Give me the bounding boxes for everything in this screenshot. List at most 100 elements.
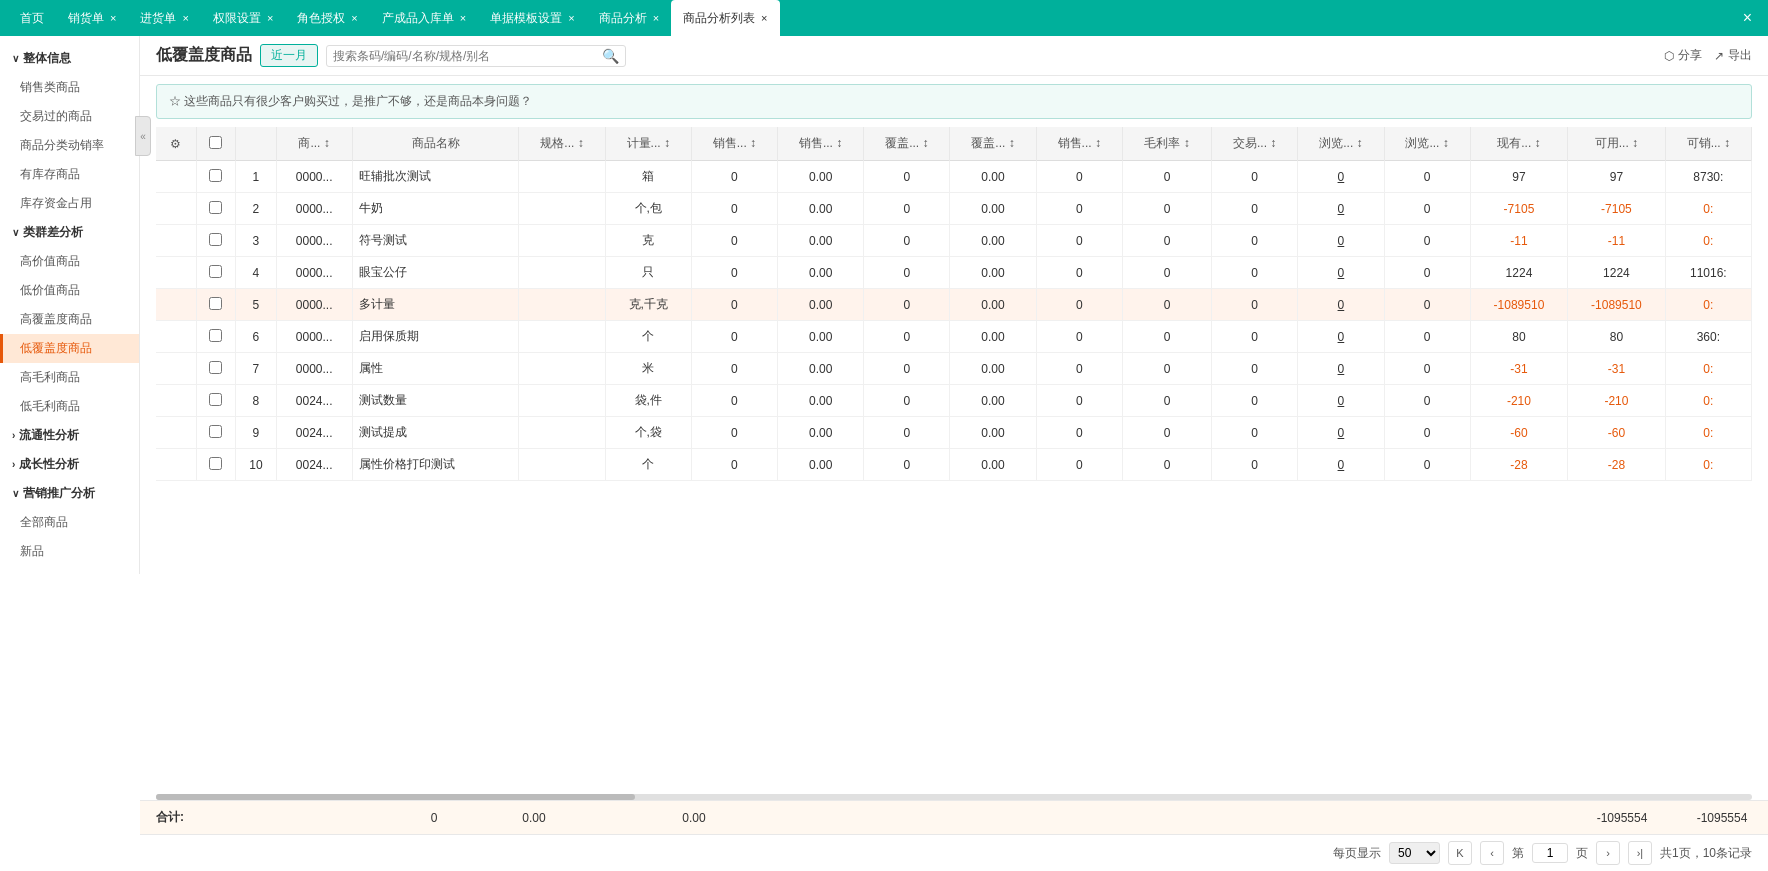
th-browse2[interactable]: 浏览... ↕ <box>1384 127 1470 161</box>
row-checkbox[interactable] <box>209 425 222 438</box>
sidebar-section-group-analysis[interactable]: ∨ 类群差分析 <box>0 218 139 247</box>
sidebar-item-all-goods[interactable]: 全部商品 <box>0 508 139 537</box>
th-current[interactable]: 现有... ↕ <box>1470 127 1567 161</box>
export-btn[interactable]: ↗ 导出 <box>1714 47 1752 64</box>
td-sales-qty: 0 <box>691 417 777 449</box>
first-page-btn[interactable]: K <box>1448 841 1472 865</box>
sidebar-item-high-coverage[interactable]: 高覆盖度商品 <box>0 305 139 334</box>
sidebar-section-overall[interactable]: ∨ 整体信息 <box>0 44 139 73</box>
th-name[interactable]: 商品名称 <box>352 127 519 161</box>
td-browse1[interactable]: 0 <box>1298 225 1384 257</box>
sidebar-item-high-margin[interactable]: 高毛利商品 <box>0 363 139 392</box>
td-checkbox[interactable] <box>196 193 236 225</box>
td-checkbox[interactable] <box>196 417 236 449</box>
sidebar-item-category-rate[interactable]: 商品分类动销率 <box>0 131 139 160</box>
sidebar-item-traded-goods[interactable]: 交易过的商品 <box>0 102 139 131</box>
th-sales-qty[interactable]: 销售... ↕ <box>691 127 777 161</box>
nav-template-settings-close[interactable]: × <box>568 12 574 24</box>
sidebar-item-new-goods[interactable]: 新品 <box>0 537 139 566</box>
nav-permission[interactable]: 权限设置 × <box>201 0 285 36</box>
sidebar-section-growth[interactable]: › 成长性分析 <box>0 450 139 479</box>
th-trade[interactable]: 交易... ↕ <box>1212 127 1298 161</box>
info-banner: ☆ 这些商品只有很少客户购买过，是推广不够，还是商品本身问题？ <box>156 84 1752 119</box>
row-checkbox[interactable] <box>209 457 222 470</box>
filter-recent-month-btn[interactable]: 近一月 <box>260 44 318 67</box>
td-checkbox[interactable] <box>196 257 236 289</box>
td-browse1[interactable]: 0 <box>1298 257 1384 289</box>
nav-product-analysis-close[interactable]: × <box>653 12 659 24</box>
th-saleable[interactable]: 可销... ↕ <box>1665 127 1751 161</box>
row-checkbox[interactable] <box>209 393 222 406</box>
sidebar-section-liquidity[interactable]: › 流通性分析 <box>0 421 139 450</box>
th-sales-amount[interactable]: 销售... ↕ <box>778 127 864 161</box>
th-spec[interactable]: 规格... ↕ <box>519 127 605 161</box>
th-settings[interactable]: ⚙ <box>156 127 196 161</box>
nav-role-auth[interactable]: 角色授权 × <box>285 0 369 36</box>
sidebar-item-sales-goods[interactable]: 销售类商品 <box>0 73 139 102</box>
td-browse1[interactable]: 0 <box>1298 353 1384 385</box>
row-checkbox[interactable] <box>209 265 222 278</box>
search-input[interactable] <box>333 49 602 63</box>
next-page-btn[interactable]: › <box>1596 841 1620 865</box>
sidebar-item-low-value[interactable]: 低价值商品 <box>0 276 139 305</box>
sidebar-item-stock-capital[interactable]: 库存资金占用 <box>0 189 139 218</box>
th-code[interactable]: 商... ↕ <box>276 127 352 161</box>
sidebar-item-low-coverage[interactable]: 低覆盖度商品 <box>0 334 139 363</box>
nav-product-analysis[interactable]: 商品分析 × <box>587 0 671 36</box>
prev-page-btn[interactable]: ‹ <box>1480 841 1504 865</box>
th-sales3[interactable]: 销售... ↕ <box>1036 127 1122 161</box>
th-browse1[interactable]: 浏览... ↕ <box>1298 127 1384 161</box>
td-browse1[interactable]: 0 <box>1298 417 1384 449</box>
td-browse1[interactable]: 0 <box>1298 289 1384 321</box>
nav-sales-order-close[interactable]: × <box>110 12 116 24</box>
td-browse1[interactable]: 0 <box>1298 321 1384 353</box>
sidebar-item-low-margin[interactable]: 低毛利商品 <box>0 392 139 421</box>
td-browse1[interactable]: 0 <box>1298 449 1384 481</box>
nav-product-analysis-list-close[interactable]: × <box>761 12 767 24</box>
nav-sales-order[interactable]: 销货单 × <box>56 0 128 36</box>
nav-product-analysis-list[interactable]: 商品分析列表 × <box>671 0 779 36</box>
window-close-btn[interactable]: × <box>1735 9 1760 27</box>
row-checkbox[interactable] <box>209 329 222 342</box>
page-number-input[interactable] <box>1532 843 1568 863</box>
sidebar-item-stocked-goods[interactable]: 有库存商品 <box>0 160 139 189</box>
nav-product-inbound-close[interactable]: × <box>460 12 466 24</box>
td-checkbox[interactable] <box>196 449 236 481</box>
th-checkbox[interactable] <box>196 127 236 161</box>
th-gross-rate[interactable]: 毛利率 ↕ <box>1122 127 1211 161</box>
td-checkbox[interactable] <box>196 353 236 385</box>
td-checkbox[interactable] <box>196 225 236 257</box>
nav-role-auth-close[interactable]: × <box>351 12 357 24</box>
row-checkbox[interactable] <box>209 201 222 214</box>
sidebar-collapse-btn[interactable]: « <box>135 116 151 156</box>
sidebar-section-marketing[interactable]: ∨ 营销推广分析 <box>0 479 139 508</box>
per-page-select[interactable]: 50 10 20 100 <box>1389 842 1440 864</box>
td-browse1[interactable]: 0 <box>1298 161 1384 193</box>
td-checkbox[interactable] <box>196 385 236 417</box>
th-cover2[interactable]: 覆盖... ↕ <box>950 127 1036 161</box>
th-unit[interactable]: 计量... ↕ <box>605 127 691 161</box>
row-checkbox[interactable] <box>209 169 222 182</box>
nav-product-inbound[interactable]: 产成品入库单 × <box>370 0 478 36</box>
sidebar-item-high-value[interactable]: 高价值商品 <box>0 247 139 276</box>
row-checkbox[interactable] <box>209 297 222 310</box>
select-all-checkbox[interactable] <box>209 136 222 149</box>
th-available[interactable]: 可用... ↕ <box>1568 127 1665 161</box>
td-checkbox[interactable] <box>196 321 236 353</box>
nav-purchase-order[interactable]: 进货单 × <box>128 0 200 36</box>
th-cover1[interactable]: 覆盖... ↕ <box>864 127 950 161</box>
row-checkbox[interactable] <box>209 233 222 246</box>
td-checkbox[interactable] <box>196 161 236 193</box>
nav-permission-close[interactable]: × <box>267 12 273 24</box>
nav-home[interactable]: 首页 <box>8 0 56 36</box>
td-browse1[interactable]: 0 <box>1298 193 1384 225</box>
nav-purchase-order-close[interactable]: × <box>182 12 188 24</box>
td-cover1: 0 <box>864 161 950 193</box>
nav-template-settings[interactable]: 单据模板设置 × <box>478 0 586 36</box>
row-checkbox[interactable] <box>209 361 222 374</box>
td-browse1[interactable]: 0 <box>1298 385 1384 417</box>
last-page-btn[interactable]: ›| <box>1628 841 1652 865</box>
td-checkbox[interactable] <box>196 289 236 321</box>
td-sales3: 0 <box>1036 385 1122 417</box>
share-btn[interactable]: ⬡ 分享 <box>1664 47 1702 64</box>
